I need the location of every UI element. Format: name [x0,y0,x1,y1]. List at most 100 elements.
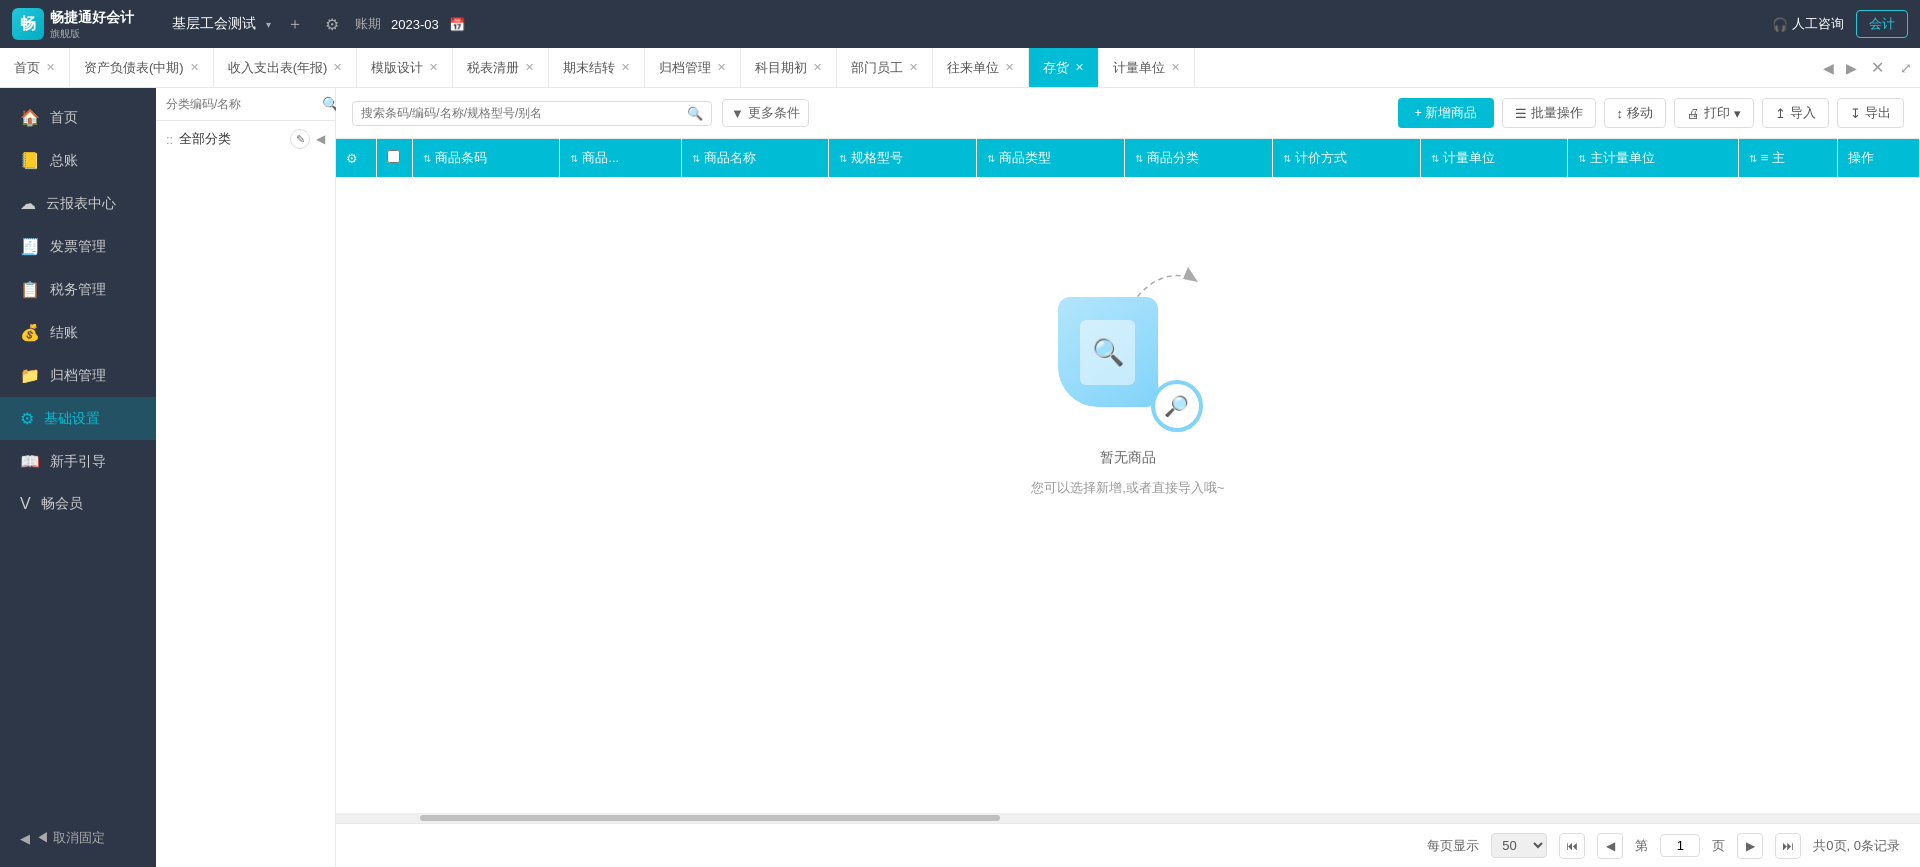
horizontal-scrollbar[interactable] [336,813,1920,823]
tab-expand-button[interactable]: ⤢ [1892,48,1920,87]
tab-unit[interactable]: 计量单位 ✕ [1099,48,1195,87]
filter-icon: ▼ [731,106,744,121]
tab-close-home[interactable]: ✕ [46,61,55,74]
headset-icon: 🎧 [1772,17,1788,32]
edit-category-button[interactable]: ✎ [290,129,310,149]
unpin-label: ◀ 取消固定 [36,829,105,847]
sidebar-item-arch[interactable]: 📁 归档管理 [0,354,156,397]
main-layout: 🏠 首页📒 总账☁ 云报表中心🧾 发票管理📋 税务管理💰 结账📁 归档管理⚙ 基… [0,88,1920,867]
tab-close-balance[interactable]: ✕ [190,61,199,74]
tab-close-income[interactable]: ✕ [333,61,342,74]
tab-subject[interactable]: 科目期初 ✕ [741,48,837,87]
print-button[interactable]: 🖨 打印 ▾ [1674,98,1754,128]
tab-close-unit[interactable]: ✕ [1171,61,1180,74]
prev-page-button[interactable]: ◀ [1597,833,1623,859]
collapse-panel-button[interactable]: ◀ [316,132,325,146]
tab-label: 计量单位 [1113,59,1165,77]
sidebar-item-settle[interactable]: 💰 结账 [0,311,156,354]
sidebar-settings-label: 基础设置 [44,410,100,428]
search-input[interactable] [361,106,681,120]
page-size-select[interactable]: 50 100 200 [1491,833,1547,858]
sort-icon: ⇅ [1431,153,1439,164]
sort-icon: ⇅ [987,153,995,164]
sidebar-unpin-button[interactable]: ◀ ◀ 取消固定 [0,817,156,859]
first-page-button[interactable]: ⏮ [1559,833,1585,859]
col-header-setting[interactable]: ⚙ [336,139,376,177]
col-header-unit[interactable]: ⇅ 计量单位 [1420,139,1568,177]
tab-inventory[interactable]: 存货✕ [1029,48,1099,87]
tab-period_end[interactable]: 期末结转✕ [549,48,645,87]
tab-balance[interactable]: 资产负债表(中期)✕ [70,48,214,87]
col-header-price_method[interactable]: ⇅ 计价方式 [1272,139,1420,177]
sidebar-item-home[interactable]: 🏠 首页 [0,96,156,139]
tab-home[interactable]: 首页✕ [0,48,70,87]
page-number-input[interactable] [1660,834,1700,857]
next-page-button[interactable]: ▶ [1737,833,1763,859]
tab-template[interactable]: 模版设计✕ [357,48,453,87]
col-header-code[interactable]: ⇅ 商品... [560,139,681,177]
last-page-button[interactable]: ⏭ [1775,833,1801,859]
sidebar-item-settings[interactable]: ⚙ 基础设置 [0,397,156,440]
sidebar-reports-label: 云报表中心 [46,195,116,213]
add-tab-button[interactable]: ＋ [281,12,309,37]
batch-button[interactable]: ☰ 批量操作 [1502,98,1596,128]
category-actions: ✎ [290,129,310,149]
tab-label: 往来单位 [947,59,999,77]
tab-close-subject[interactable]: ✕ [813,61,822,74]
col-header-type[interactable]: ⇅ 商品类型 [977,139,1125,177]
sidebar-guide-icon: 📖 [20,452,40,471]
sidebar-item-tax[interactable]: 📋 税务管理 [0,268,156,311]
export-label: 导出 [1865,104,1891,122]
tab-close-archive[interactable]: ✕ [717,61,726,74]
tab-income[interactable]: 收入支出表(年报)✕ [214,48,358,87]
col-header-spec[interactable]: ⇅ 规格型号 [829,139,977,177]
sidebar-item-reports[interactable]: ☁ 云报表中心 [0,182,156,225]
tab-next-button[interactable]: ▶ [1840,48,1863,87]
tab-prev-button[interactable]: ◀ [1817,48,1840,87]
col-header-name[interactable]: ⇅ 商品名称 [681,139,829,177]
sidebar-item-member[interactable]: V 畅会员 [0,483,156,525]
company-dropdown-icon[interactable]: ▾ [266,19,271,30]
tab-label: 科目期初 [755,59,807,77]
sidebar-home-icon: 🏠 [20,108,40,127]
col-header-category[interactable]: ⇅ 商品分类 [1125,139,1273,177]
import-button[interactable]: ↥ 导入 [1762,98,1829,128]
company-name[interactable]: 基层工会测试 [172,15,256,33]
setting-icon[interactable]: ⚙ [319,13,345,36]
sidebar-item-invoice[interactable]: 🧾 发票管理 [0,225,156,268]
category-search-input[interactable] [166,97,316,111]
select-all-checkbox[interactable] [387,150,400,163]
col-header-main_unit[interactable]: ⇅ 主计量单位 [1568,139,1738,177]
col-header-checkbox[interactable] [376,139,412,177]
col-header-barcode[interactable]: ⇅ 商品条码 [412,139,560,177]
tab-close-dept[interactable]: ✕ [909,61,918,74]
sidebar-item-guide[interactable]: 📖 新手引导 [0,440,156,483]
tab-close-template[interactable]: ✕ [429,61,438,74]
tab-archive[interactable]: 归档管理✕ [645,48,741,87]
empty-title: 暂无商品 [1100,449,1156,467]
print-icon: 🖨 [1687,106,1700,121]
tab-close-tax[interactable]: ✕ [525,61,534,74]
col-header-num3[interactable]: ⇅ ≡ 主 [1738,139,1837,177]
filter-button[interactable]: ▼ 更多条件 [722,99,809,127]
tab-dept[interactable]: 部门员工✕ [837,48,933,87]
tab-close-period_end[interactable]: ✕ [621,61,630,74]
scroll-thumb[interactable] [420,815,1000,821]
account-button[interactable]: 会计 [1856,10,1908,38]
logo-area: 畅 畅捷通好会计 旗舰版 [12,8,162,40]
col-setting-icon[interactable]: ⚙ [346,151,358,166]
tab-close-inventory[interactable]: ✕ [1075,61,1084,74]
tab-close-all-button[interactable]: ✕ [1863,48,1892,87]
sidebar-item-ledger[interactable]: 📒 总账 [0,139,156,182]
move-button[interactable]: ↕ 移动 [1604,98,1667,128]
tab-tax[interactable]: 税表清册✕ [453,48,549,87]
search-bar-icon[interactable]: 🔍 [687,106,703,121]
add-product-button[interactable]: + 新增商品 [1398,98,1493,128]
export-button[interactable]: ↧ 导出 [1837,98,1904,128]
service-button[interactable]: 🎧 人工咨询 [1772,15,1844,33]
col-label-main_unit: 主计量单位 [1590,149,1655,167]
tab-close-customer[interactable]: ✕ [1005,61,1014,74]
calendar-icon[interactable]: 📅 [449,17,465,32]
tab-customer[interactable]: 往来单位 ✕ [933,48,1029,87]
pagination: 每页显示 50 100 200 ⏮ ◀ 第 页 ▶ ⏭ 共0页, 0条记录 [336,823,1920,867]
